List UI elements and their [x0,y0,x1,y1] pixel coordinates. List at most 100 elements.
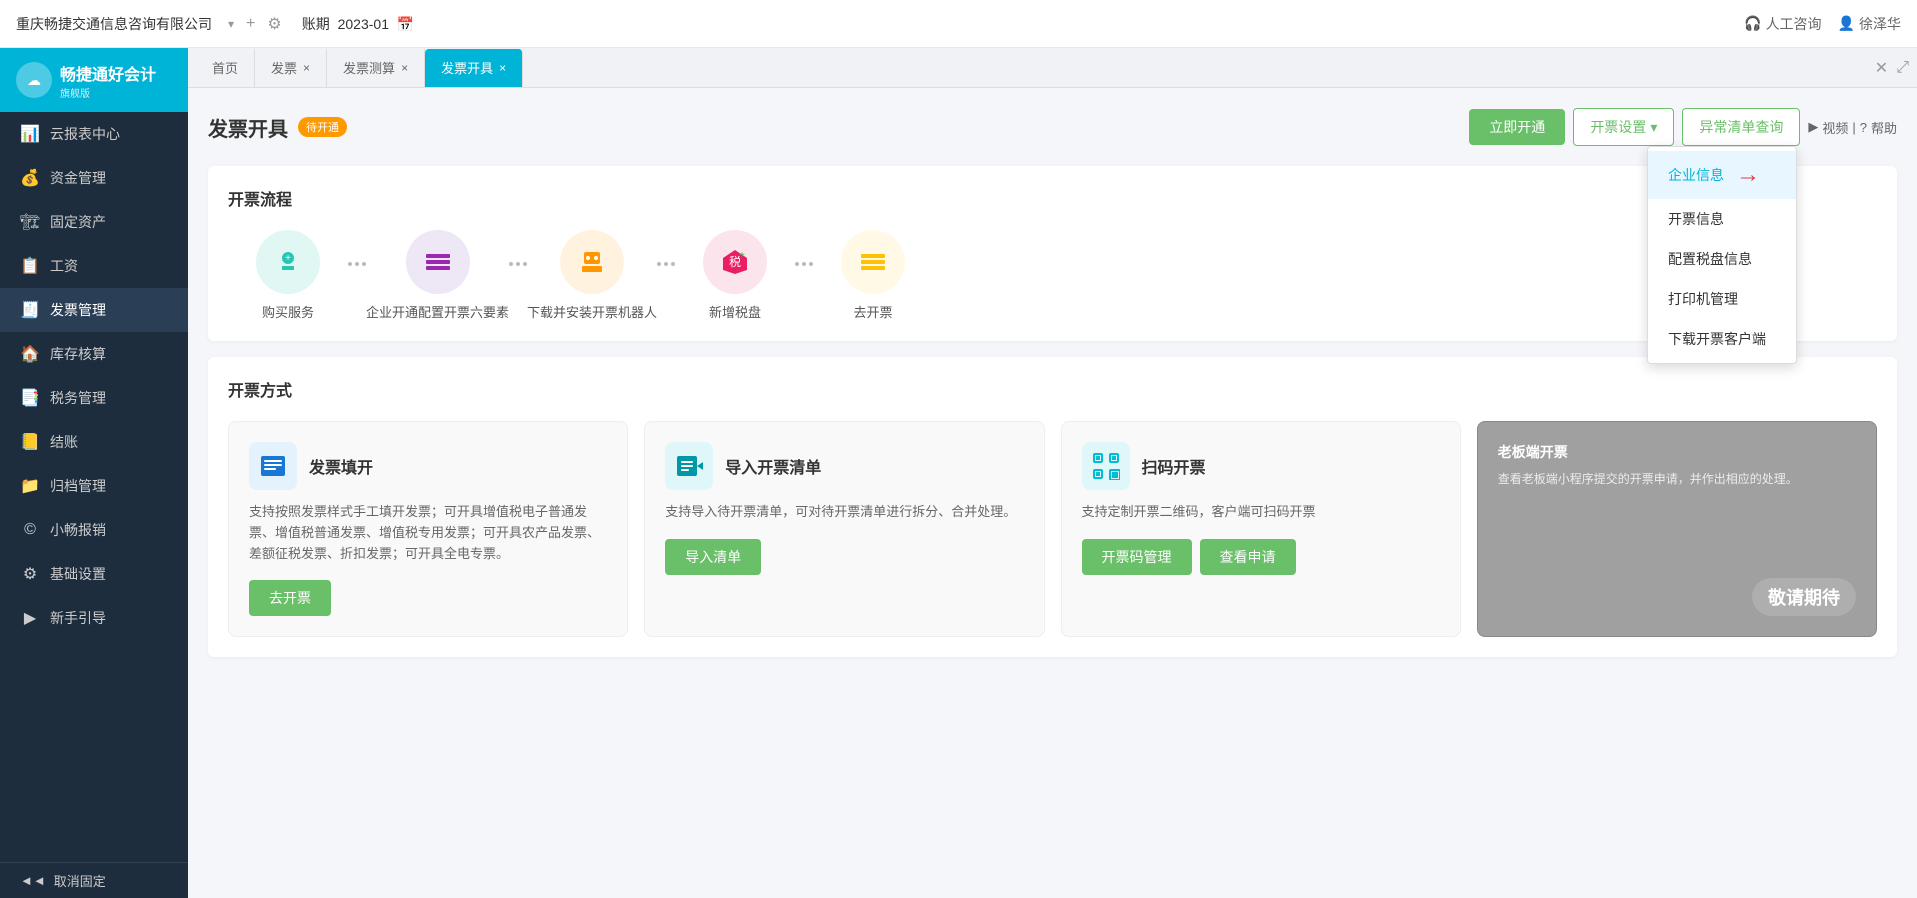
sidebar-item-gongzi[interactable]: 📋 工资 [0,244,188,288]
activate-button[interactable]: 立即开通 [1469,109,1565,145]
dropdown-item-tax-disk[interactable]: 配置税盘信息 [1648,239,1796,279]
company-name: 重庆畅捷交通信息咨询有限公司 [16,14,212,34]
dropdown-item-company-info-label: 企业信息 [1668,165,1724,185]
tax-icon: 📑 [20,388,40,408]
settings-button[interactable]: 开票设置 ▾ [1573,108,1674,146]
method-card-scan: 扫码开票 支持定制开票二维码，客户端可扫码开票 开票码管理 查看申请 [1061,421,1461,637]
settings-icon[interactable]: ⚙ [267,14,281,34]
tab-fapiao-label: 发票 [271,58,297,77]
download-icon [560,230,624,294]
sidebar-scroll: 📊 云报表中心 💰 资金管理 🏗 固定资产 📋 工资 🧾 发票管理 [0,112,188,862]
sidebar-item-xiaochang[interactable]: © 小畅报销 [0,508,188,552]
tab-fapiaocesuan-label: 发票测算 [343,58,395,77]
tab-home[interactable]: 首页 [196,49,255,87]
tab-fapiaocesuan[interactable]: 发票测算 × [327,49,425,87]
user-info[interactable]: 👤 徐泽华 [1838,14,1901,34]
dropdown-item-invoice-info-label: 开票信息 [1668,211,1724,227]
buy-service-label: 购买服务 [262,302,314,321]
red-arrow-icon: → [1736,161,1760,189]
logo-text-area: 畅捷通好会计 旗舰版 [60,61,156,100]
account-period-label: 账期 2023-01 📅 [302,14,415,34]
play-icon: ▶ [1808,119,1818,135]
tab-fapiao-close[interactable]: × [303,61,310,75]
sidebar-item-jiezhang[interactable]: 📒 结账 [0,420,188,464]
logo-text: 畅捷通好会计 [60,61,156,85]
page-header: 发票开具 待开通 立即开通 开票设置 ▾ 异常清单查询 ▶ 视频 [208,108,1897,146]
dropdown-item-download-client[interactable]: 下载开票客户端 [1648,319,1796,359]
sidebar-item-shuiwu[interactable]: 📑 税务管理 [0,376,188,420]
sidebar-item-jichu[interactable]: ⚙ 基础设置 [0,552,188,596]
dropdown-item-invoice-info[interactable]: 开票信息 [1648,199,1796,239]
tab-bar: 首页 发票 × 发票测算 × 发票开具 × ✕ ⤢ [188,48,1917,88]
sidebar-item-label: 发票管理 [50,300,106,320]
tab-close-all-btn[interactable]: ✕ [1875,58,1888,78]
page-content: 发票开具 待开通 立即开通 开票设置 ▾ 异常清单查询 ▶ 视频 [188,88,1917,898]
dropdown-item-company-info[interactable]: 企业信息 → [1648,151,1796,199]
expense-icon: © [20,521,40,539]
buy-service-icon: + [256,230,320,294]
dropdown-item-printer[interactable]: 打印机管理 [1648,279,1796,319]
page-actions: 立即开通 开票设置 ▾ 异常清单查询 ▶ 视频 | ? 帮助 [1469,108,1897,146]
fill-invoice-desc: 支持按照发票样式手工填开发票；可开具增值税电子普通发票、增值税普通发票、增值税专… [249,502,607,564]
sidebar-item-guidang[interactable]: 📁 归档管理 [0,464,188,508]
flow-step-config: 企业开通配置开票六要素 [366,230,509,321]
step-divider-3 [657,262,675,290]
sidebar-item-label: 归档管理 [50,476,106,496]
import-invoice-btn[interactable]: 导入清单 [665,539,761,575]
sidebar-item-fapiao[interactable]: 🧾 发票管理 [0,288,188,332]
tab-fapiaocesuan-close[interactable]: × [401,61,408,75]
tab-fapiaokaiwan-close[interactable]: × [499,61,506,75]
sidebar-item-label: 云报表中心 [50,124,120,144]
taxdisk-label: 新增税盘 [709,302,761,321]
sidebar-item-label: 基础设置 [50,564,106,584]
sidebar-item-label: 资金管理 [50,168,106,188]
step-divider-1 [348,262,366,290]
import-invoice-icon [665,442,713,490]
dropdown-item-download-client-label: 下载开票客户端 [1668,331,1766,347]
top-bar-right: 🎧 人工咨询 👤 徐泽华 [1744,14,1901,34]
config-icon [406,230,470,294]
company-dropdown-icon[interactable]: ▾ [228,17,234,31]
fill-invoice-btn[interactable]: 去开票 [249,580,331,616]
page-title-area: 发票开具 待开通 [208,113,347,142]
step-divider-4 [795,262,813,290]
sidebar-item-xinshou[interactable]: ▶ 新手引导 [0,596,188,640]
tab-fapiao[interactable]: 发票 × [255,49,327,87]
sidebar-bottom-action[interactable]: ◄◄ 取消固定 [0,862,188,898]
method-card-fill: 发票填开 支持按照发票样式手工填开发票；可开具增值税电子普通发票、增值税普通发票… [228,421,628,637]
flow-step-taxdisk: 税+ 新增税盘 [675,230,795,321]
sidebar-item-gudingzichan[interactable]: 🏗 固定资产 [0,200,188,244]
anomaly-button[interactable]: 异常清单查询 [1682,108,1800,146]
tab-fapiaokaiwan[interactable]: 发票开具 × [425,49,523,87]
taxdisk-icon: 税+ [703,230,767,294]
sidebar-item-yunbao[interactable]: 📊 云报表中心 [0,112,188,156]
user-service[interactable]: 🎧 人工咨询 [1744,14,1821,34]
headset-icon: 🎧 [1744,15,1761,32]
chart-icon: 📊 [20,124,40,144]
fill-invoice-icon [249,442,297,490]
warehouse-icon: 🏠 [20,344,40,364]
tab-expand-btn[interactable]: ⤢ [1896,59,1909,77]
boss-invoice-badge: 敬请期待 [1752,578,1856,616]
method-fill-header: 发票填开 [249,442,607,490]
settings-label: 开票设置 [1590,117,1646,137]
flow-step-download: 下载并安装开票机器人 [527,230,657,321]
video-button[interactable]: ▶ 视频 | ? 帮助 [1808,118,1897,137]
boss-invoice-desc: 查看老板端小程序提交的开票申请，并作出相应的处理。 [1498,470,1856,488]
scan-invoice-btn2[interactable]: 查看申请 [1200,539,1296,575]
pin-icon: ◄◄ [20,873,46,888]
archive-icon: 📁 [20,476,40,496]
page-title: 发票开具 [208,113,288,142]
scan-invoice-btn1[interactable]: 开票码管理 [1082,539,1192,575]
sidebar-item-label: 税务管理 [50,388,106,408]
svg-text:+: + [739,250,745,261]
sidebar-item-zijin[interactable]: 💰 资金管理 [0,156,188,200]
help-icon: ? [1860,120,1867,135]
method-scan-header: 扫码开票 [1082,442,1440,490]
sidebar-item-kucun[interactable]: 🏠 库存核算 [0,332,188,376]
sidebar-item-label: 库存核算 [50,344,106,364]
go-invoice-label: 去开票 [854,302,893,321]
add-icon[interactable]: + [246,15,255,33]
asset-icon: 🏗 [20,212,40,232]
invoice-icon: 🧾 [20,300,40,320]
